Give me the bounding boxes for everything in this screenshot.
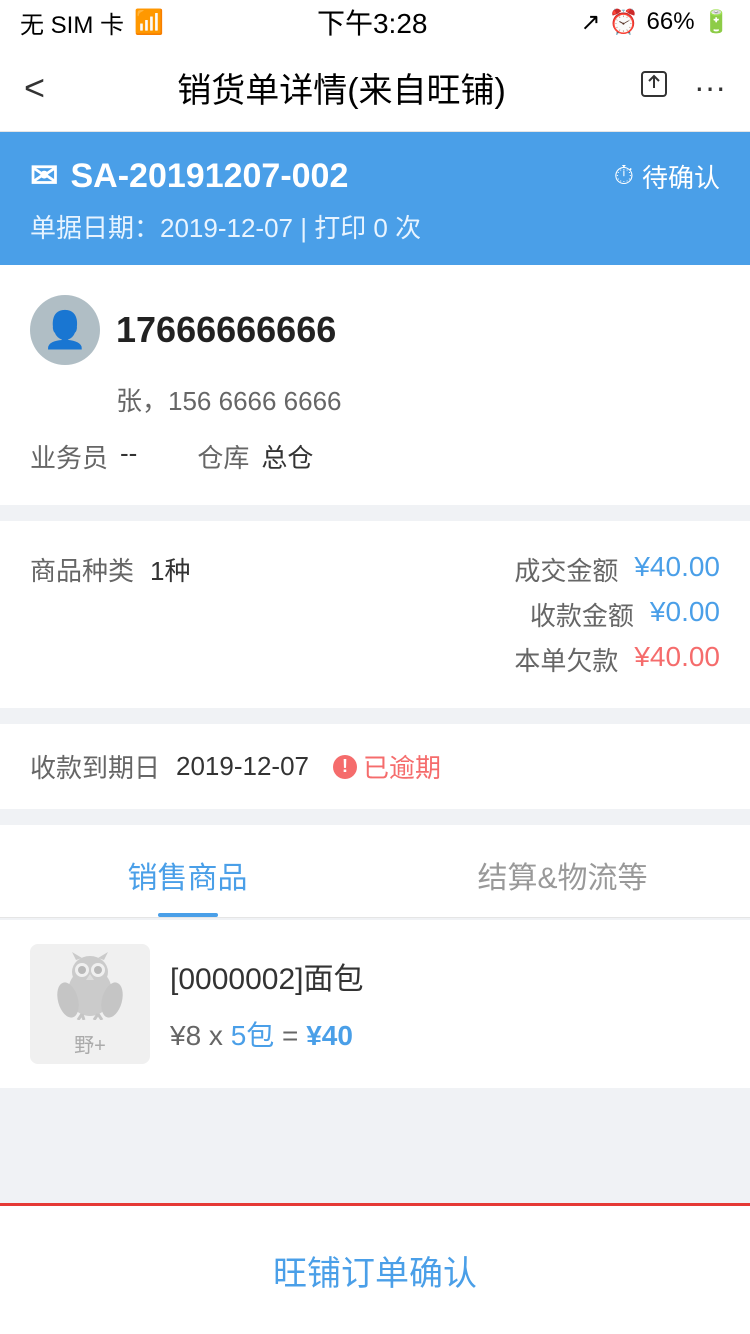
balance-value: ¥40.00	[634, 641, 720, 678]
back-button[interactable]: <	[24, 67, 45, 109]
status-text: 待确认	[642, 158, 720, 195]
customer-section: 👤 17666666666 张，156 6666 6666 业务员 -- 仓库 …	[0, 265, 750, 505]
alarm-icon: ⏰	[609, 8, 639, 37]
status-time: 下午3:28	[317, 2, 428, 42]
deal-amount-label: 成交金额	[514, 551, 618, 588]
summary-row: 商品种类 1种 成交金额 ¥40.00 收款金额 ¥0.00 本单欠款 ¥40.…	[30, 551, 720, 678]
order-icon: ✉	[30, 156, 59, 196]
tabs-row: 销售商品 结算&物流等	[0, 825, 750, 918]
status-bar: 无 SIM 卡 📶 下午3:28 ↗ ⏰ 66% 🔋	[0, 0, 750, 44]
received-label: 收款金额	[530, 596, 634, 633]
salesperson-value: --	[120, 438, 137, 475]
deal-amount-value: ¥40.00	[634, 551, 720, 588]
status-right: ↗ ⏰ 66% 🔋	[581, 8, 730, 37]
due-label: 收款到期日	[30, 748, 160, 785]
balance-row: 本单欠款 ¥40.00	[514, 641, 720, 678]
product-type-info: 商品种类 1种	[30, 551, 190, 588]
battery-text: 66%	[647, 8, 695, 36]
avatar: 👤	[30, 295, 100, 365]
customer-name: 张，156 6666 6666	[30, 381, 720, 418]
price-total: ¥40	[306, 1020, 353, 1051]
due-section: 收款到期日 2019-12-07 ! 已逾期	[0, 724, 750, 809]
balance-label: 本单欠款	[514, 641, 618, 678]
summary-section: 商品种类 1种 成交金额 ¥40.00 收款金额 ¥0.00 本单欠款 ¥40.…	[0, 521, 750, 708]
customer-phone: 17666666666	[116, 309, 336, 351]
warehouse-value: 总仓	[261, 438, 313, 475]
salesperson-info: 业务员 --	[30, 438, 137, 475]
carrier-text: 无 SIM 卡	[20, 5, 124, 40]
battery-icon: 🔋	[703, 9, 730, 35]
received-row: 收款金额 ¥0.00	[530, 596, 720, 633]
bottom-bar: 旺铺订单确认	[0, 1203, 750, 1334]
price-text: ¥8 x	[170, 1020, 231, 1051]
warning-icon: !	[333, 755, 357, 779]
salesperson-label: 业务员	[30, 438, 108, 475]
status-left: 无 SIM 卡 📶	[20, 5, 164, 40]
price-eq: =	[274, 1020, 306, 1051]
order-id-row: ✉ SA-20191207-002	[30, 156, 348, 196]
product-name: [0000002]面包	[170, 954, 720, 998]
due-date: 2019-12-07	[176, 751, 309, 782]
overdue-badge: ! 已逾期	[333, 748, 441, 785]
received-value: ¥0.00	[650, 596, 720, 633]
location-icon: ↗	[581, 8, 601, 37]
amounts-info: 成交金额 ¥40.00 收款金额 ¥0.00 本单欠款 ¥40.00	[514, 551, 720, 678]
confirm-button[interactable]: 旺铺订单确认	[30, 1226, 720, 1314]
more-icon[interactable]: ···	[694, 69, 726, 106]
overdue-text: 已逾期	[363, 748, 441, 785]
customer-row: 👤 17666666666	[30, 295, 720, 365]
product-section: 野+ [0000002]面包 ¥8 x 5包 = ¥40	[0, 920, 750, 1088]
date-info: 单据日期：2019-12-07 | 打印 0 次	[30, 208, 720, 245]
product-thumbnail: 野+	[30, 944, 150, 1064]
nav-bar: < 销货单详情(来自旺铺) ···	[0, 44, 750, 132]
product-type-label: 商品种类	[30, 551, 134, 588]
clock-icon: ⏱	[614, 160, 634, 192]
nav-right: ···	[638, 68, 726, 108]
customer-meta: 业务员 -- 仓库 总仓	[30, 438, 720, 475]
product-price: ¥8 x 5包 = ¥40	[170, 1014, 720, 1054]
order-id-text: SA-20191207-002	[71, 157, 349, 196]
warehouse-info: 仓库 总仓	[197, 438, 313, 475]
warehouse-label: 仓库	[197, 438, 249, 475]
tabs-section: 销售商品 结算&物流等	[0, 825, 750, 918]
product-type-value: 1种	[150, 551, 190, 588]
page-title: 销货单详情(来自旺铺)	[177, 63, 506, 112]
wifi-icon: 📶	[134, 8, 164, 37]
tab-sales-products[interactable]: 销售商品	[0, 825, 375, 917]
order-status: ⏱ 待确认	[614, 158, 720, 195]
deal-amount-row: 成交金额 ¥40.00	[514, 551, 720, 588]
tab-settlement[interactable]: 结算&物流等	[375, 825, 750, 917]
nav-left: <	[24, 67, 45, 109]
price-qty: 5包	[231, 1020, 275, 1051]
product-info: [0000002]面包 ¥8 x 5包 = ¥40	[170, 944, 720, 1064]
header-card: ✉ SA-20191207-002 ⏱ 待确认 单据日期：2019-12-07 …	[0, 132, 750, 265]
share-icon[interactable]	[638, 68, 670, 108]
